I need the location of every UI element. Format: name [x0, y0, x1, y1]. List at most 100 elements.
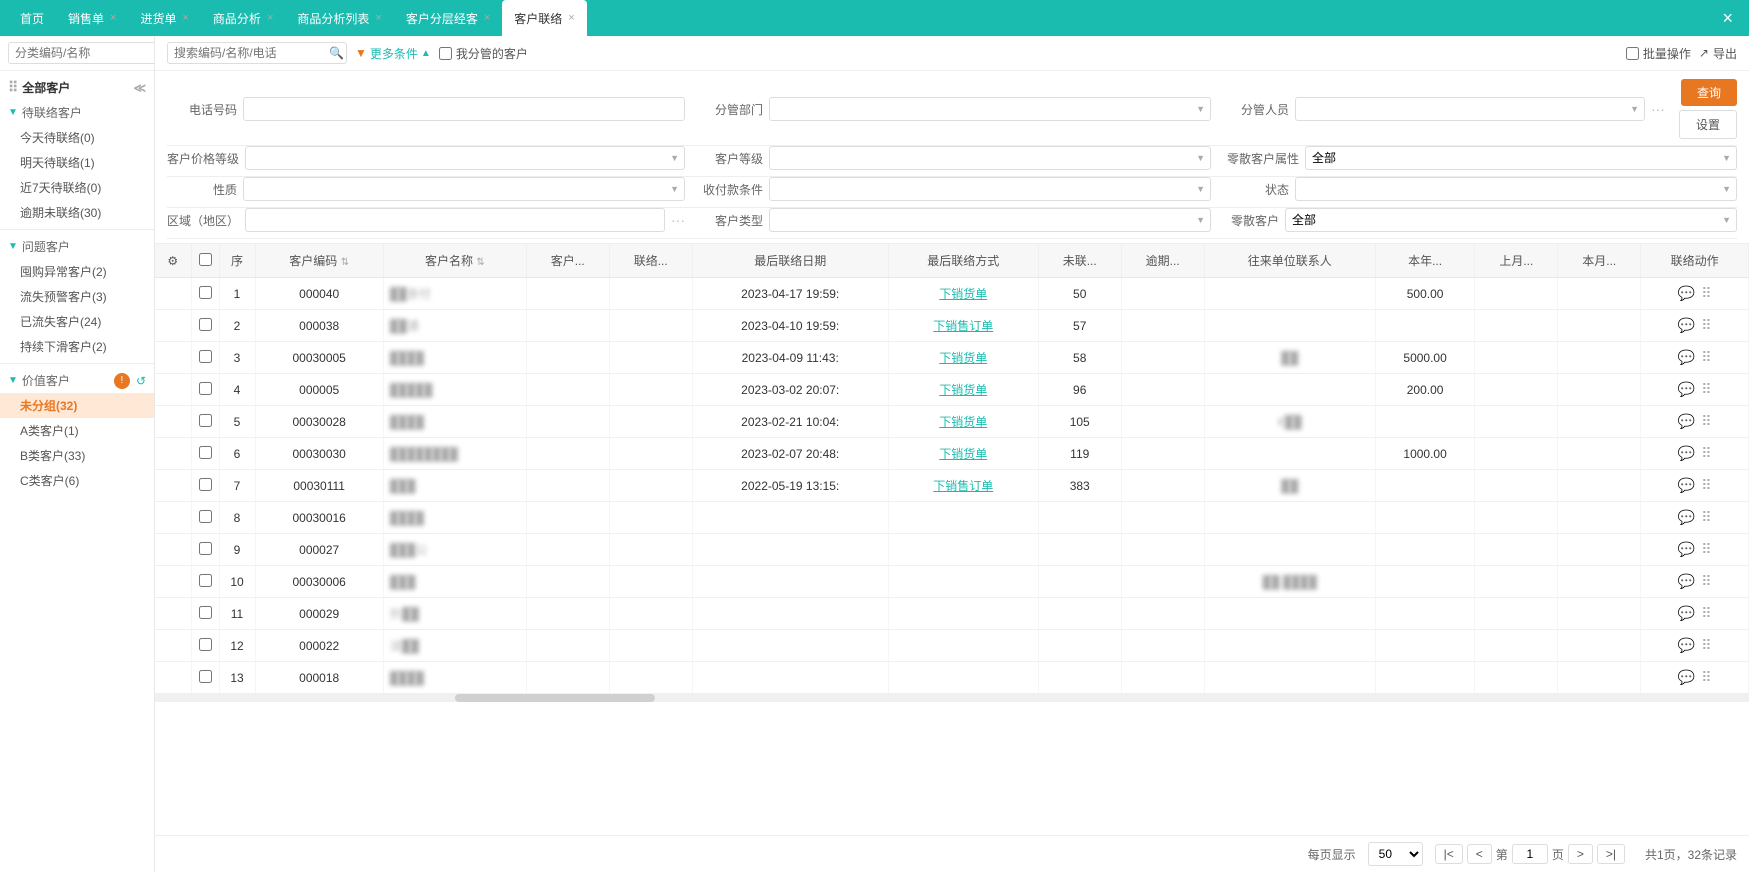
contact-icon[interactable]: 💬 [1678, 317, 1695, 334]
tab-home[interactable]: 首页 [8, 0, 56, 36]
price-level-select[interactable] [245, 146, 685, 170]
row-name[interactable]: ███公 [383, 534, 526, 566]
first-page-btn[interactable]: |< [1435, 844, 1463, 864]
row-checkbox[interactable] [199, 510, 212, 523]
more-icon[interactable]: ⠿ [1701, 669, 1711, 686]
more-icon[interactable]: ⠿ [1701, 509, 1711, 526]
more-icon[interactable]: ⠿ [1701, 445, 1711, 462]
sidebar-item-unsorted[interactable]: 未分组(32) [0, 393, 154, 418]
row-name[interactable]: ███ [383, 566, 526, 598]
more-icon[interactable]: ⠿ [1701, 477, 1711, 494]
row-checkbox-cell[interactable] [191, 406, 219, 438]
more-icon[interactable]: ⠿ [1701, 637, 1711, 654]
prev-page-btn[interactable]: < [1467, 844, 1492, 864]
all-customers-header[interactable]: ⠿ 全部客户 ≪ [0, 71, 154, 100]
row-action[interactable]: 💬 ⠿ [1641, 406, 1749, 438]
sidebar-item-c-class[interactable]: C类客户(6) [0, 468, 154, 493]
table-scrollbar-thumb[interactable] [455, 694, 655, 702]
close-tab-product-list[interactable]: × [375, 12, 381, 24]
tab-customer-segment[interactable]: 客户分层经客 × [394, 0, 502, 36]
contact-icon[interactable]: 💬 [1678, 477, 1695, 494]
query-button[interactable]: 查询 [1681, 79, 1737, 106]
row-checkbox[interactable] [199, 350, 212, 363]
row-action[interactable]: 💬 ⠿ [1641, 630, 1749, 662]
sidebar-item-abnormal[interactable]: 囤购异常客户(2) [0, 259, 154, 284]
tab-customer-contact[interactable]: 客户联络 × [502, 0, 586, 36]
filter-search-icon[interactable]: 🔍 [329, 46, 344, 60]
th-name[interactable]: 客户名称 ⇅ [383, 244, 526, 278]
customer-type-select[interactable] [769, 208, 1211, 232]
row-name[interactable]: 扑██ [383, 598, 526, 630]
table-scrollbar[interactable] [155, 694, 1749, 702]
row-name[interactable]: 淡██ [383, 630, 526, 662]
row-lastway[interactable] [888, 502, 1038, 534]
row-lastway[interactable]: 下销货单 [888, 278, 1038, 310]
next-page-btn[interactable]: > [1568, 844, 1593, 864]
retail-attr-select[interactable]: 全部 [1305, 146, 1737, 170]
sidebar-item-declining[interactable]: 持续下滑客户(2) [0, 334, 154, 359]
th-checkbox[interactable] [191, 244, 219, 278]
row-name[interactable]: ████ [383, 406, 526, 438]
tab-sales[interactable]: 销售单 × [56, 0, 128, 36]
row-lastway[interactable] [888, 534, 1038, 566]
row-checkbox-cell[interactable] [191, 374, 219, 406]
tab-product-list[interactable]: 商品分析列表 × [285, 0, 393, 36]
contact-icon[interactable]: 💬 [1678, 349, 1695, 366]
export-btn[interactable]: ↗ 导出 [1699, 45, 1737, 62]
row-checkbox[interactable] [199, 478, 212, 491]
contact-icon[interactable]: 💬 [1678, 445, 1695, 462]
row-checkbox[interactable] [199, 318, 212, 331]
row-action[interactable]: 💬 ⠿ [1641, 438, 1749, 470]
tab-purchase[interactable]: 进货单 × [128, 0, 200, 36]
more-conditions-btn[interactable]: ▼ 更多条件 ▲ [355, 45, 431, 62]
sidebar-item-a-class[interactable]: A类客户(1) [0, 418, 154, 443]
sidebar-item-tomorrow[interactable]: 明天待联络(1) [0, 150, 154, 175]
area-dots-icon[interactable]: ··· [671, 212, 685, 228]
row-action[interactable]: 💬 ⠿ [1641, 342, 1749, 374]
row-checkbox[interactable] [199, 414, 212, 427]
more-icon[interactable]: ⠿ [1701, 317, 1711, 334]
sidebar-problem-group[interactable]: ▼ 问题客户 [0, 234, 154, 259]
gear-icon[interactable]: ⚙ [167, 254, 178, 268]
sidebar-search-input[interactable] [8, 42, 155, 64]
contact-icon[interactable]: 💬 [1678, 573, 1695, 590]
row-lastway[interactable] [888, 630, 1038, 662]
lastway-link[interactable]: 下销货单 [939, 383, 987, 397]
sidebar-item-7days[interactable]: 近7天待联络(0) [0, 175, 154, 200]
per-page-select[interactable]: 50 100 200 [1368, 842, 1423, 866]
contact-icon[interactable]: 💬 [1678, 541, 1695, 558]
lastway-link[interactable]: 下销货单 [939, 415, 987, 429]
more-icon[interactable]: ⠿ [1701, 541, 1711, 558]
row-name[interactable]: █████ [383, 374, 526, 406]
row-lastway[interactable]: 下销货单 [888, 374, 1038, 406]
gender-select[interactable] [243, 177, 685, 201]
row-checkbox[interactable] [199, 606, 212, 619]
row-action[interactable]: 💬 ⠿ [1641, 598, 1749, 630]
row-checkbox-cell[interactable] [191, 438, 219, 470]
customer-level-select[interactable] [769, 146, 1211, 170]
sidebar-item-lost[interactable]: 已流失客户(24) [0, 309, 154, 334]
th-gear[interactable]: ⚙ [155, 244, 191, 278]
row-checkbox-cell[interactable] [191, 598, 219, 630]
more-icon[interactable]: ⠿ [1701, 349, 1711, 366]
contact-icon[interactable]: 💬 [1678, 285, 1695, 302]
status-select[interactable] [1295, 177, 1737, 201]
row-checkbox-cell[interactable] [191, 310, 219, 342]
row-lastway[interactable] [888, 598, 1038, 630]
th-code[interactable]: 客户编码 ⇅ [255, 244, 383, 278]
row-name[interactable]: ████ [383, 662, 526, 694]
row-lastway[interactable]: 下销货单 [888, 342, 1038, 374]
row-checkbox[interactable] [199, 382, 212, 395]
more-icon[interactable]: ⠿ [1701, 413, 1711, 430]
row-checkbox[interactable] [199, 286, 212, 299]
more-icon[interactable]: ⠿ [1701, 285, 1711, 302]
close-tab-purchase[interactable]: × [182, 12, 188, 24]
lastway-link[interactable]: 下销售订单 [933, 319, 993, 333]
retail-customer-select[interactable]: 全部 [1285, 208, 1737, 232]
row-action[interactable]: 💬 ⠿ [1641, 502, 1749, 534]
contact-icon[interactable]: 💬 [1678, 669, 1695, 686]
row-checkbox-cell[interactable] [191, 662, 219, 694]
contact-icon[interactable]: 💬 [1678, 509, 1695, 526]
row-name[interactable]: ████ [383, 502, 526, 534]
row-action[interactable]: 💬 ⠿ [1641, 566, 1749, 598]
